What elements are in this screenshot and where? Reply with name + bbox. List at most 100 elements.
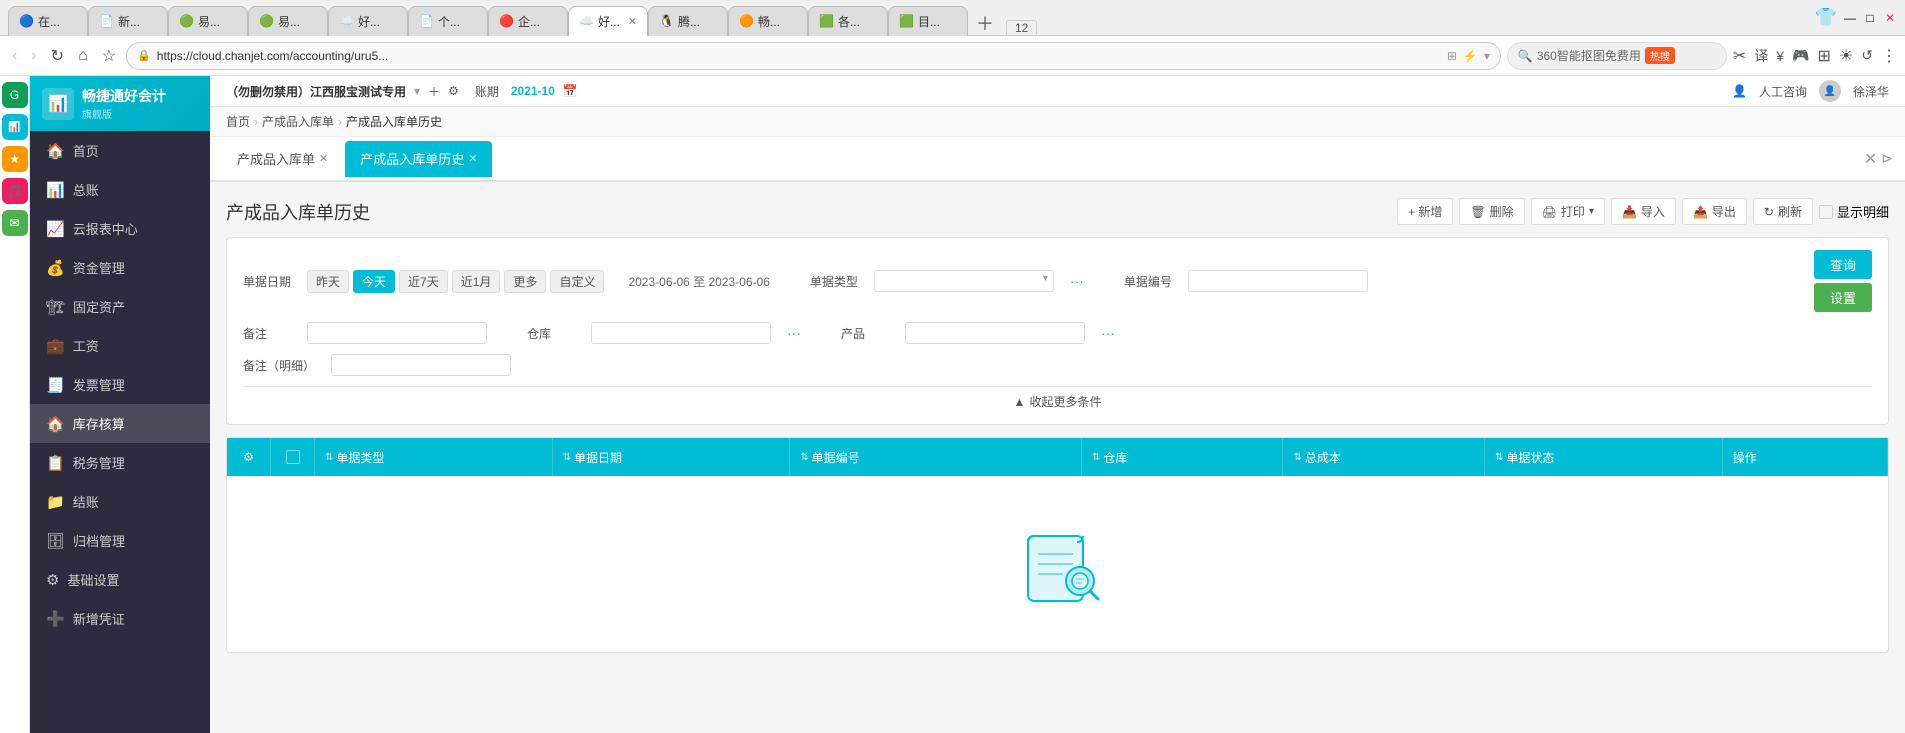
warehouse-more-icon[interactable]: ··· (787, 325, 801, 341)
date-more[interactable]: 更多 (504, 270, 546, 293)
currency-icon[interactable]: ¥ (1776, 48, 1784, 64)
sidebar-item-home[interactable]: 🏠 首页 (30, 131, 210, 170)
more-icon[interactable]: ⋮ (1881, 46, 1897, 66)
sidebar-item-tax[interactable]: 📋 税务管理 (30, 443, 210, 482)
scissors-icon[interactable]: ✂ (1733, 46, 1746, 66)
delete-button[interactable]: 🗑 删除 (1459, 198, 1524, 225)
th-doc-no[interactable]: ⇅ 单据编号 (790, 438, 1082, 476)
game-icon[interactable]: 🎮 (1792, 47, 1809, 64)
detail-remark-input[interactable] (331, 354, 511, 376)
sub-tab-history[interactable]: 产成品入库单历史 ✕ (345, 141, 492, 177)
date-today[interactable]: 今天 (353, 270, 395, 293)
sidebar-item-closing[interactable]: 📁 结账 (30, 482, 210, 521)
date-yesterday[interactable]: 昨天 (307, 270, 349, 293)
product-more-icon[interactable]: ··· (1101, 325, 1115, 341)
sun-icon[interactable]: ☀ (1839, 46, 1853, 66)
th-doc-date[interactable]: ⇅ 单据日期 (553, 438, 791, 476)
sidebar-item-payroll[interactable]: 💼 工资 (30, 326, 210, 365)
refresh-button[interactable]: ↻ (47, 44, 68, 68)
home-nav-button[interactable]: ⌂ (74, 45, 92, 67)
print-button[interactable]: 🖨 打印 ▾ (1531, 198, 1605, 225)
breadcrumb-home[interactable]: 首页 (226, 113, 250, 130)
browser-tab-11[interactable]: 🟩 各... (808, 6, 888, 36)
th-doc-status[interactable]: ⇅ 单据状态 (1485, 438, 1723, 476)
browser-tab-8[interactable]: ☁️ 好... ✕ (568, 6, 648, 36)
add-account-button[interactable]: ＋ (428, 83, 440, 100)
browser-tab-1[interactable]: 🔵 在... (8, 6, 88, 36)
tab-8-close-icon[interactable]: ✕ (628, 15, 637, 28)
app-icon-4[interactable]: 🎵 (2, 178, 28, 204)
address-dropdown-icon[interactable]: ▾ (1484, 49, 1490, 63)
export-button[interactable]: 📤 导出 (1682, 198, 1747, 225)
product-input[interactable] (905, 322, 1085, 344)
shirt-icon[interactable]: 👕 (1815, 7, 1837, 28)
browser-tab-12[interactable]: 🟩 目... (888, 6, 968, 36)
th-warehouse[interactable]: ⇅ 仓库 (1082, 438, 1284, 476)
browser-tab-5[interactable]: ☁️ 好... (328, 6, 408, 36)
app-icon-1[interactable]: G (2, 82, 28, 108)
query-button[interactable]: 查询 (1814, 250, 1872, 279)
new-tab-button[interactable]: ＋ (968, 10, 1002, 36)
sidebar-item-invoice[interactable]: 🧾 发票管理 (30, 365, 210, 404)
print-dropdown-icon[interactable]: ▾ (1589, 206, 1594, 217)
browser-tab-9[interactable]: 🐧 腾... (648, 6, 728, 36)
sidebar-item-fixed[interactable]: 🏗 固定资产 (30, 287, 210, 326)
th-gear[interactable]: ⚙ (227, 438, 271, 476)
browser-tab-10[interactable]: 🟠 畅... (728, 6, 808, 36)
account-dropdown-icon[interactable]: ▾ (414, 84, 420, 98)
sub-tab-history-close[interactable]: ✕ (468, 152, 477, 165)
tab-panel-close-button[interactable]: ✕ (1864, 149, 1877, 169)
browser-tab-2[interactable]: 📄 新... (88, 6, 168, 36)
browser-tab-7[interactable]: 🔴 企... (488, 6, 568, 36)
sidebar-item-settings[interactable]: ⚙ 基础设置 (30, 560, 210, 599)
date-7days[interactable]: 近7天 (399, 270, 448, 293)
sidebar-item-newdoc[interactable]: ➕ 新增凭证 (30, 599, 210, 638)
warehouse-input[interactable] (591, 322, 771, 344)
tab-panel-expand-button[interactable]: ⊳ (1881, 150, 1893, 167)
app-icon-3[interactable]: ★ (2, 146, 28, 172)
calendar-icon[interactable]: 📅 (563, 84, 578, 98)
add-button[interactable]: + 新增 (1397, 198, 1453, 225)
settings-gear-icon[interactable]: ⚙ (448, 84, 459, 98)
collapse-button[interactable]: ▲ 收起更多条件 (243, 386, 1872, 412)
doc-type-select[interactable] (874, 270, 1054, 292)
support-label[interactable]: 人工咨询 (1759, 83, 1807, 100)
browser-tab-3[interactable]: 🟢 易... (168, 6, 248, 36)
display-col-checkbox[interactable] (1819, 205, 1833, 219)
sidebar-item-archive[interactable]: 🗄 归档管理 (30, 521, 210, 560)
app-icon-2[interactable]: 📊 (2, 114, 28, 140)
browser-tab-4[interactable]: 🟢 易... (248, 6, 328, 36)
back-button[interactable]: ‹ (8, 45, 21, 67)
doc-type-more-icon[interactable]: ··· (1070, 273, 1084, 289)
setting-button[interactable]: 设置 (1814, 283, 1872, 312)
maximize-button[interactable]: □ (1863, 11, 1877, 25)
close-button[interactable]: ✕ (1883, 11, 1897, 25)
app-icon-5[interactable]: ✉ (2, 210, 28, 236)
address-box[interactable]: 🔒 https://cloud.chanjet.com/accounting/u… (126, 42, 1501, 70)
bookmark-button[interactable]: ☆ (98, 44, 120, 68)
sub-tab-list-close[interactable]: ✕ (319, 152, 328, 165)
sub-tab-list[interactable]: 产成品入库单 ✕ (222, 141, 343, 177)
search-bar[interactable]: 🔍 360智能抠图免费用 热搜 (1507, 42, 1727, 70)
browser-tab-6[interactable]: 📄 个... (408, 6, 488, 36)
header-checkbox[interactable] (286, 450, 300, 464)
remark-input[interactable] (307, 322, 487, 344)
sidebar-item-reports[interactable]: 📈 云报表中心 (30, 209, 210, 248)
sidebar-item-ledger[interactable]: 📊 总账 (30, 170, 210, 209)
import-button[interactable]: 📥 导入 (1611, 198, 1676, 225)
grid2-icon[interactable]: ⊞ (1818, 46, 1831, 66)
date-custom[interactable]: 自定义 (550, 270, 604, 293)
undo2-icon[interactable]: ↺ (1861, 47, 1873, 64)
breadcrumb-list[interactable]: 产成品入库单 (262, 113, 334, 130)
refresh-action-button[interactable]: ↻ 刷新 (1753, 198, 1813, 225)
th-total-cost[interactable]: ⇅ 总成本 (1283, 438, 1485, 476)
translate-icon[interactable]: 译 (1754, 46, 1768, 66)
th-checkbox[interactable] (271, 438, 315, 476)
doc-no-input[interactable] (1188, 270, 1368, 292)
sidebar-item-funds[interactable]: 💰 资金管理 (30, 248, 210, 287)
date-1month[interactable]: 近1月 (452, 270, 501, 293)
minimize-button[interactable]: — (1843, 11, 1857, 25)
th-doc-type[interactable]: ⇅ 单据类型 (315, 438, 553, 476)
forward-button[interactable]: › (27, 45, 40, 67)
sidebar-item-inventory[interactable]: 🏠 库存核算 (30, 404, 210, 443)
